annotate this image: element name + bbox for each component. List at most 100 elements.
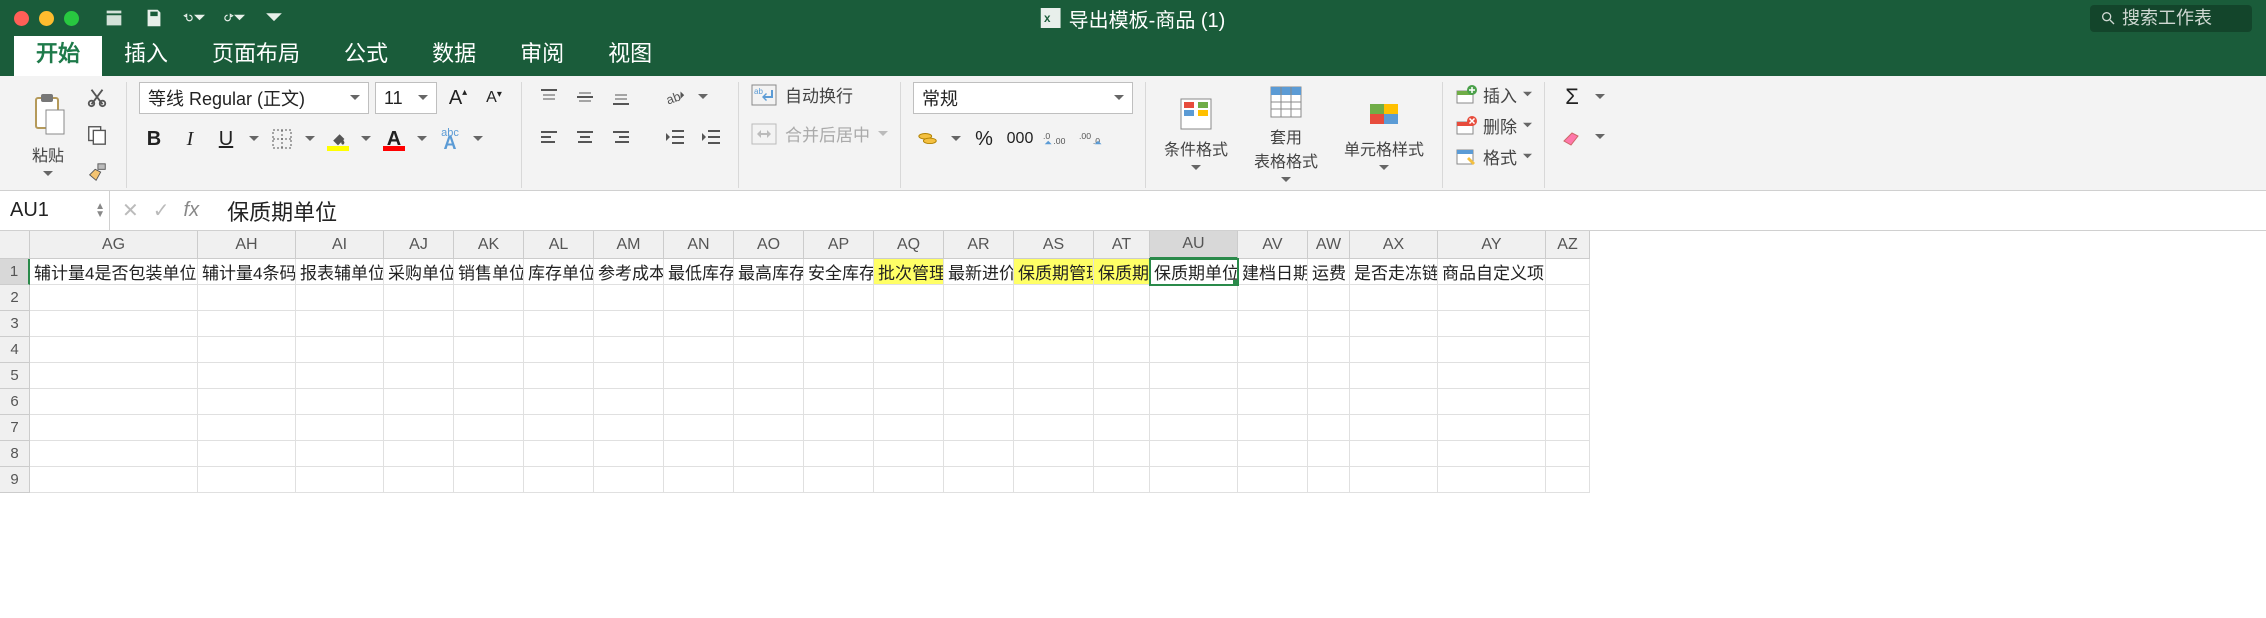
name-box[interactable]: AU1 ▲▼ [0, 191, 110, 230]
cell-AP9[interactable] [804, 467, 874, 493]
cell-AR5[interactable] [944, 363, 1014, 389]
insert-cells-button[interactable]: 插入 [1455, 82, 1532, 107]
cell-AO2[interactable] [734, 285, 804, 311]
column-header-AZ[interactable]: AZ [1546, 231, 1590, 259]
zoom-window-button[interactable] [64, 11, 79, 26]
row-header-2[interactable]: 2 [0, 285, 30, 311]
search-input[interactable] [2122, 8, 2242, 29]
column-header-AH[interactable]: AH [198, 231, 296, 259]
row-header-5[interactable]: 5 [0, 363, 30, 389]
cell-AI8[interactable] [296, 441, 384, 467]
phonetic-button[interactable]: abcA [435, 124, 465, 154]
cell-AG9[interactable] [30, 467, 198, 493]
align-bottom-button[interactable] [606, 82, 636, 112]
cell-AS3[interactable] [1014, 311, 1094, 337]
cell-AJ8[interactable] [384, 441, 454, 467]
cell-AJ4[interactable] [384, 337, 454, 363]
currency-dropdown[interactable] [949, 124, 963, 154]
cell-AT7[interactable] [1094, 415, 1150, 441]
cell-AU3[interactable] [1150, 311, 1238, 337]
select-all-corner[interactable] [0, 231, 30, 259]
column-header-AQ[interactable]: AQ [874, 231, 944, 259]
cell-AJ5[interactable] [384, 363, 454, 389]
copy-button[interactable] [80, 120, 114, 150]
cell-AT5[interactable] [1094, 363, 1150, 389]
cell-AV3[interactable] [1238, 311, 1308, 337]
cell-AR1[interactable]: 最新进价 [944, 259, 1014, 285]
cell-AO8[interactable] [734, 441, 804, 467]
align-right-button[interactable] [606, 122, 636, 152]
cell-AM2[interactable] [594, 285, 664, 311]
cell-AT4[interactable] [1094, 337, 1150, 363]
borders-dropdown[interactable] [303, 124, 317, 154]
cell-AX6[interactable] [1350, 389, 1438, 415]
align-top-button[interactable] [534, 82, 564, 112]
cell-AV1[interactable]: 建档日期 [1238, 259, 1308, 285]
cell-AP1[interactable]: 安全库存 [804, 259, 874, 285]
clear-dropdown[interactable] [1593, 122, 1607, 152]
underline-button[interactable]: U [211, 124, 241, 154]
cell-AX9[interactable] [1350, 467, 1438, 493]
conditional-format-button[interactable]: 条件格式 [1158, 94, 1234, 174]
cell-AS7[interactable] [1014, 415, 1094, 441]
cell-AI6[interactable] [296, 389, 384, 415]
cell-AQ5[interactable] [874, 363, 944, 389]
cell-AR8[interactable] [944, 441, 1014, 467]
cell-AQ9[interactable] [874, 467, 944, 493]
cell-AJ9[interactable] [384, 467, 454, 493]
row-header-9[interactable]: 9 [0, 467, 30, 493]
cell-AG5[interactable] [30, 363, 198, 389]
cell-AG8[interactable] [30, 441, 198, 467]
cell-AI4[interactable] [296, 337, 384, 363]
cell-AZ1[interactable] [1546, 259, 1590, 285]
cell-AX2[interactable] [1350, 285, 1438, 311]
cell-AG1[interactable]: 辅计量4是否包装单位 [30, 259, 198, 285]
cell-AK3[interactable] [454, 311, 524, 337]
cell-AO9[interactable] [734, 467, 804, 493]
qat-customize-icon[interactable] [263, 7, 285, 29]
cancel-formula-button[interactable]: ✕ [122, 198, 139, 223]
cell-AN3[interactable] [664, 311, 734, 337]
cell-AM5[interactable] [594, 363, 664, 389]
cell-AJ2[interactable] [384, 285, 454, 311]
cell-AX3[interactable] [1350, 311, 1438, 337]
fill-color-dropdown[interactable] [359, 124, 373, 154]
cell-AW6[interactable] [1308, 389, 1350, 415]
cell-AJ3[interactable] [384, 311, 454, 337]
cell-AK2[interactable] [454, 285, 524, 311]
cell-AS6[interactable] [1014, 389, 1094, 415]
font-color-button[interactable]: A [379, 124, 409, 154]
cell-AL8[interactable] [524, 441, 594, 467]
cell-AU7[interactable] [1150, 415, 1238, 441]
cell-AN9[interactable] [664, 467, 734, 493]
cell-AL4[interactable] [524, 337, 594, 363]
italic-button[interactable]: I [175, 124, 205, 154]
cell-AZ9[interactable] [1546, 467, 1590, 493]
decrease-decimal-button[interactable]: .00.0 [1077, 124, 1107, 154]
cell-AL6[interactable] [524, 389, 594, 415]
cell-AR2[interactable] [944, 285, 1014, 311]
cell-AM4[interactable] [594, 337, 664, 363]
cell-AI9[interactable] [296, 467, 384, 493]
increase-decimal-button[interactable]: .0.00 [1041, 124, 1071, 154]
cell-AO1[interactable]: 最高库存 [734, 259, 804, 285]
cell-AH8[interactable] [198, 441, 296, 467]
column-header-AM[interactable]: AM [594, 231, 664, 259]
cell-AX8[interactable] [1350, 441, 1438, 467]
cell-AG6[interactable] [30, 389, 198, 415]
row-header-8[interactable]: 8 [0, 441, 30, 467]
cell-AH9[interactable] [198, 467, 296, 493]
cell-AW5[interactable] [1308, 363, 1350, 389]
column-header-AI[interactable]: AI [296, 231, 384, 259]
format-as-table-button[interactable]: 套用 表格格式 [1248, 82, 1324, 186]
percent-button[interactable]: % [969, 124, 999, 154]
autosum-dropdown[interactable] [1593, 82, 1607, 112]
column-header-AT[interactable]: AT [1094, 231, 1150, 259]
row-header-1[interactable]: 1 [0, 259, 30, 285]
cell-AP6[interactable] [804, 389, 874, 415]
confirm-formula-button[interactable]: ✓ [153, 198, 170, 223]
cell-AJ6[interactable] [384, 389, 454, 415]
cell-AS5[interactable] [1014, 363, 1094, 389]
column-header-AN[interactable]: AN [664, 231, 734, 259]
cell-AV6[interactable] [1238, 389, 1308, 415]
